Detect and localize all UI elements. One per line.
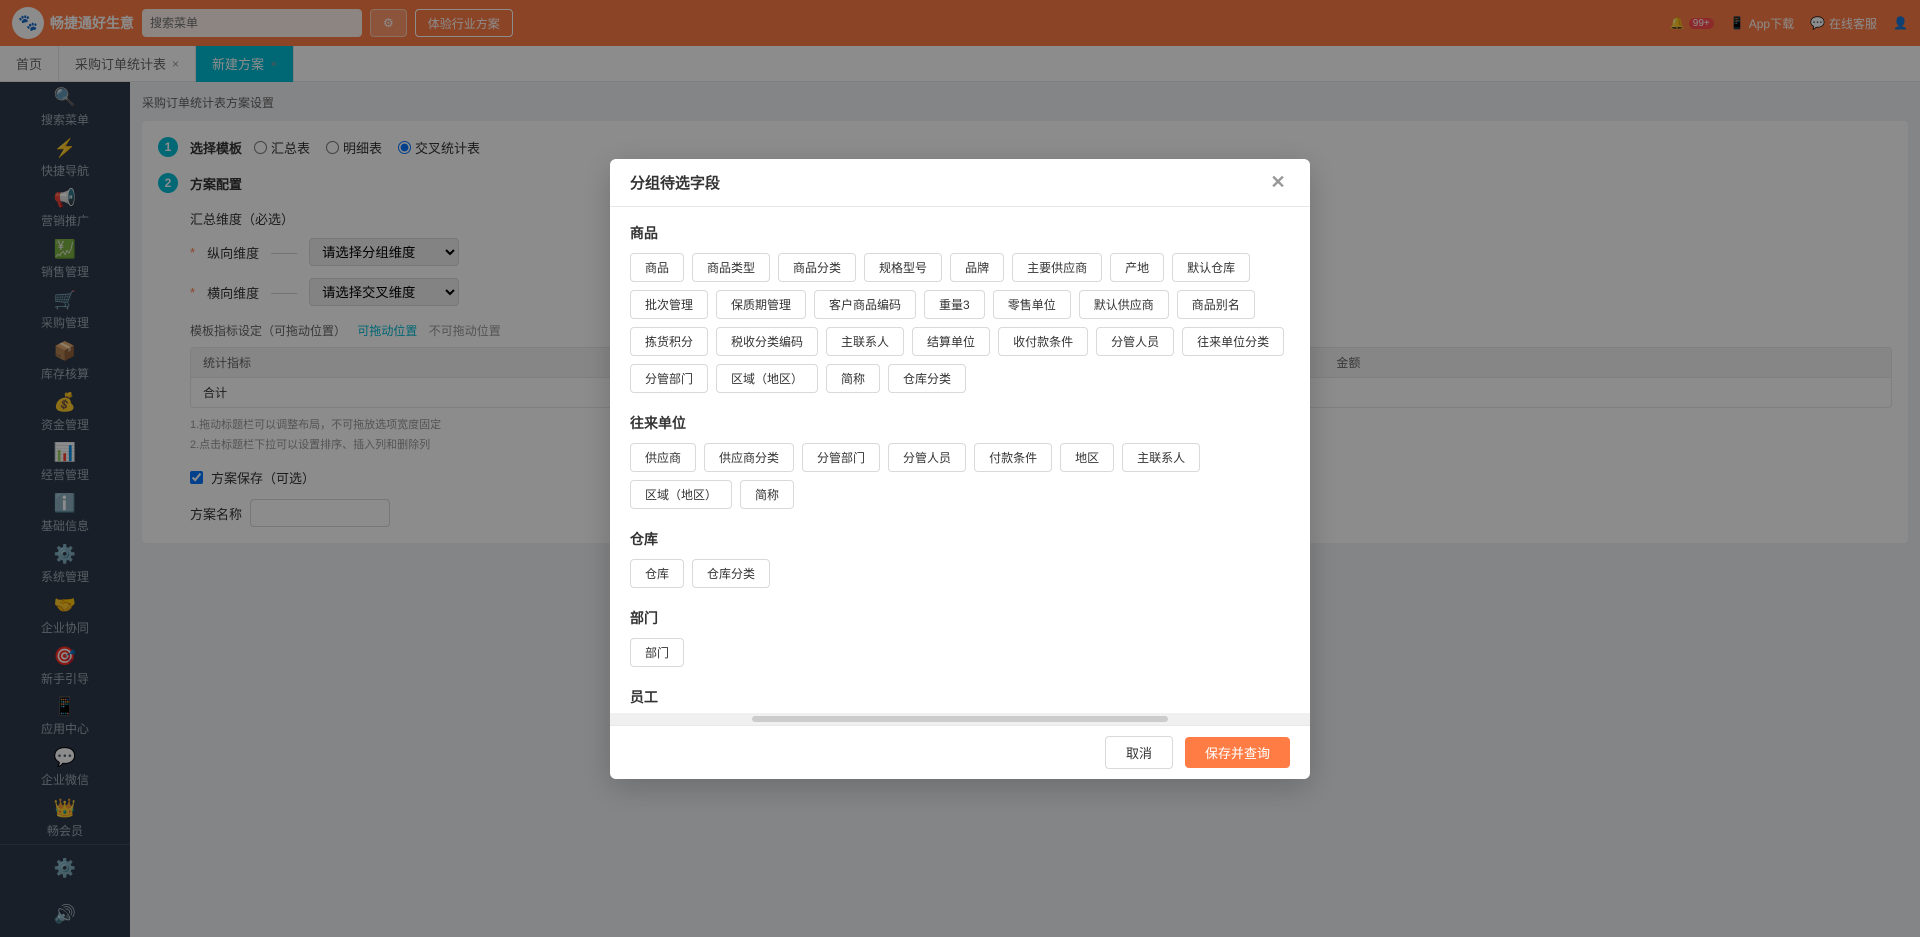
field-chip-goods-12[interactable]: 零售单位 (993, 290, 1071, 319)
section-title-department: 部门 (630, 608, 1290, 628)
hscroll-bar (752, 716, 1167, 722)
field-chip-partner-1[interactable]: 供应商分类 (704, 443, 794, 472)
section-staff: 员工业务员 (630, 687, 1290, 713)
field-chip-goods-2[interactable]: 商品分类 (778, 253, 856, 282)
section-warehouse: 仓库仓库仓库分类 (630, 529, 1290, 588)
field-chip-goods-8[interactable]: 批次管理 (630, 290, 708, 319)
field-chip-goods-14[interactable]: 商品别名 (1177, 290, 1255, 319)
field-grid-goods: 商品商品类型商品分类规格型号品牌主要供应商产地默认仓库批次管理保质期管理客户商品… (630, 253, 1290, 393)
field-chip-goods-20[interactable]: 分管人员 (1096, 327, 1174, 356)
field-chip-partner-7[interactable]: 区域（地区） (630, 480, 732, 509)
field-chip-goods-23[interactable]: 区域（地区） (716, 364, 818, 393)
confirm-btn[interactable]: 保存并查询 (1185, 737, 1290, 768)
section-goods: 商品商品商品类型商品分类规格型号品牌主要供应商产地默认仓库批次管理保质期管理客户… (630, 223, 1290, 393)
field-select-modal: 分组待选字段 ✕ 商品商品商品类型商品分类规格型号品牌主要供应商产地默认仓库批次… (610, 159, 1310, 779)
field-chip-goods-19[interactable]: 收付款条件 (998, 327, 1088, 356)
section-partner: 往来单位供应商供应商分类分管部门分管人员付款条件地区主联系人区域（地区） 简称 (630, 413, 1290, 509)
modal-close-btn[interactable]: ✕ (1266, 170, 1290, 194)
field-chip-goods-11[interactable]: 重量3 (924, 290, 985, 319)
section-title-goods: 商品 (630, 223, 1290, 243)
field-chip-goods-1[interactable]: 商品类型 (692, 253, 770, 282)
modal-header: 分组待选字段 ✕ (610, 159, 1310, 207)
field-grid-partner: 供应商供应商分类分管部门分管人员付款条件地区主联系人区域（地区） 简称 (630, 443, 1290, 509)
field-chip-goods-17[interactable]: 主联系人 (826, 327, 904, 356)
section-title-staff: 员工 (630, 687, 1290, 707)
field-chip-goods-6[interactable]: 产地 (1110, 253, 1164, 282)
field-chip-goods-10[interactable]: 客户商品编码 (814, 290, 916, 319)
field-chip-goods-21[interactable]: 往来单位分类 (1182, 327, 1284, 356)
field-chip-department-0[interactable]: 部门 (630, 638, 684, 667)
field-chip-goods-15[interactable]: 拣货积分 (630, 327, 708, 356)
field-grid-warehouse: 仓库仓库分类 (630, 559, 1290, 588)
field-chip-warehouse-1[interactable]: 仓库分类 (692, 559, 770, 588)
field-chip-goods-16[interactable]: 税收分类编码 (716, 327, 818, 356)
field-chip-partner-6[interactable]: 主联系人 (1122, 443, 1200, 472)
field-chip-goods-4[interactable]: 品牌 (950, 253, 1004, 282)
field-chip-warehouse-0[interactable]: 仓库 (630, 559, 684, 588)
field-chip-goods-5[interactable]: 主要供应商 (1012, 253, 1102, 282)
cancel-btn[interactable]: 取消 (1105, 736, 1173, 769)
field-chip-goods-25[interactable]: 仓库分类 (888, 364, 966, 393)
section-title-partner: 往来单位 (630, 413, 1290, 433)
field-chip-partner-4[interactable]: 付款条件 (974, 443, 1052, 472)
field-chip-partner-2[interactable]: 分管部门 (802, 443, 880, 472)
field-chip-goods-24[interactable]: 简称 (826, 364, 880, 393)
modal-body: 商品商品商品类型商品分类规格型号品牌主要供应商产地默认仓库批次管理保质期管理客户… (610, 207, 1310, 713)
field-chip-goods-7[interactable]: 默认仓库 (1172, 253, 1250, 282)
modal-title: 分组待选字段 (630, 172, 720, 193)
field-chip-goods-0[interactable]: 商品 (630, 253, 684, 282)
field-chip-goods-9[interactable]: 保质期管理 (716, 290, 806, 319)
field-chip-partner-0[interactable]: 供应商 (630, 443, 696, 472)
section-department: 部门部门 (630, 608, 1290, 667)
modal-footer: 取消 保存并查询 (610, 725, 1310, 779)
field-chip-goods-13[interactable]: 默认供应商 (1079, 290, 1169, 319)
section-title-warehouse: 仓库 (630, 529, 1290, 549)
field-chip-goods-18[interactable]: 结算单位 (912, 327, 990, 356)
modal-hscroll (610, 713, 1310, 725)
field-chip-partner-5[interactable]: 地区 (1060, 443, 1114, 472)
field-chip-goods-3[interactable]: 规格型号 (864, 253, 942, 282)
field-grid-department: 部门 (630, 638, 1290, 667)
modal-overlay: 分组待选字段 ✕ 商品商品商品类型商品分类规格型号品牌主要供应商产地默认仓库批次… (0, 0, 1920, 937)
field-chip-partner-3[interactable]: 分管人员 (888, 443, 966, 472)
field-chip-partner-8[interactable]: 简称 (740, 480, 794, 509)
field-chip-goods-22[interactable]: 分管部门 (630, 364, 708, 393)
